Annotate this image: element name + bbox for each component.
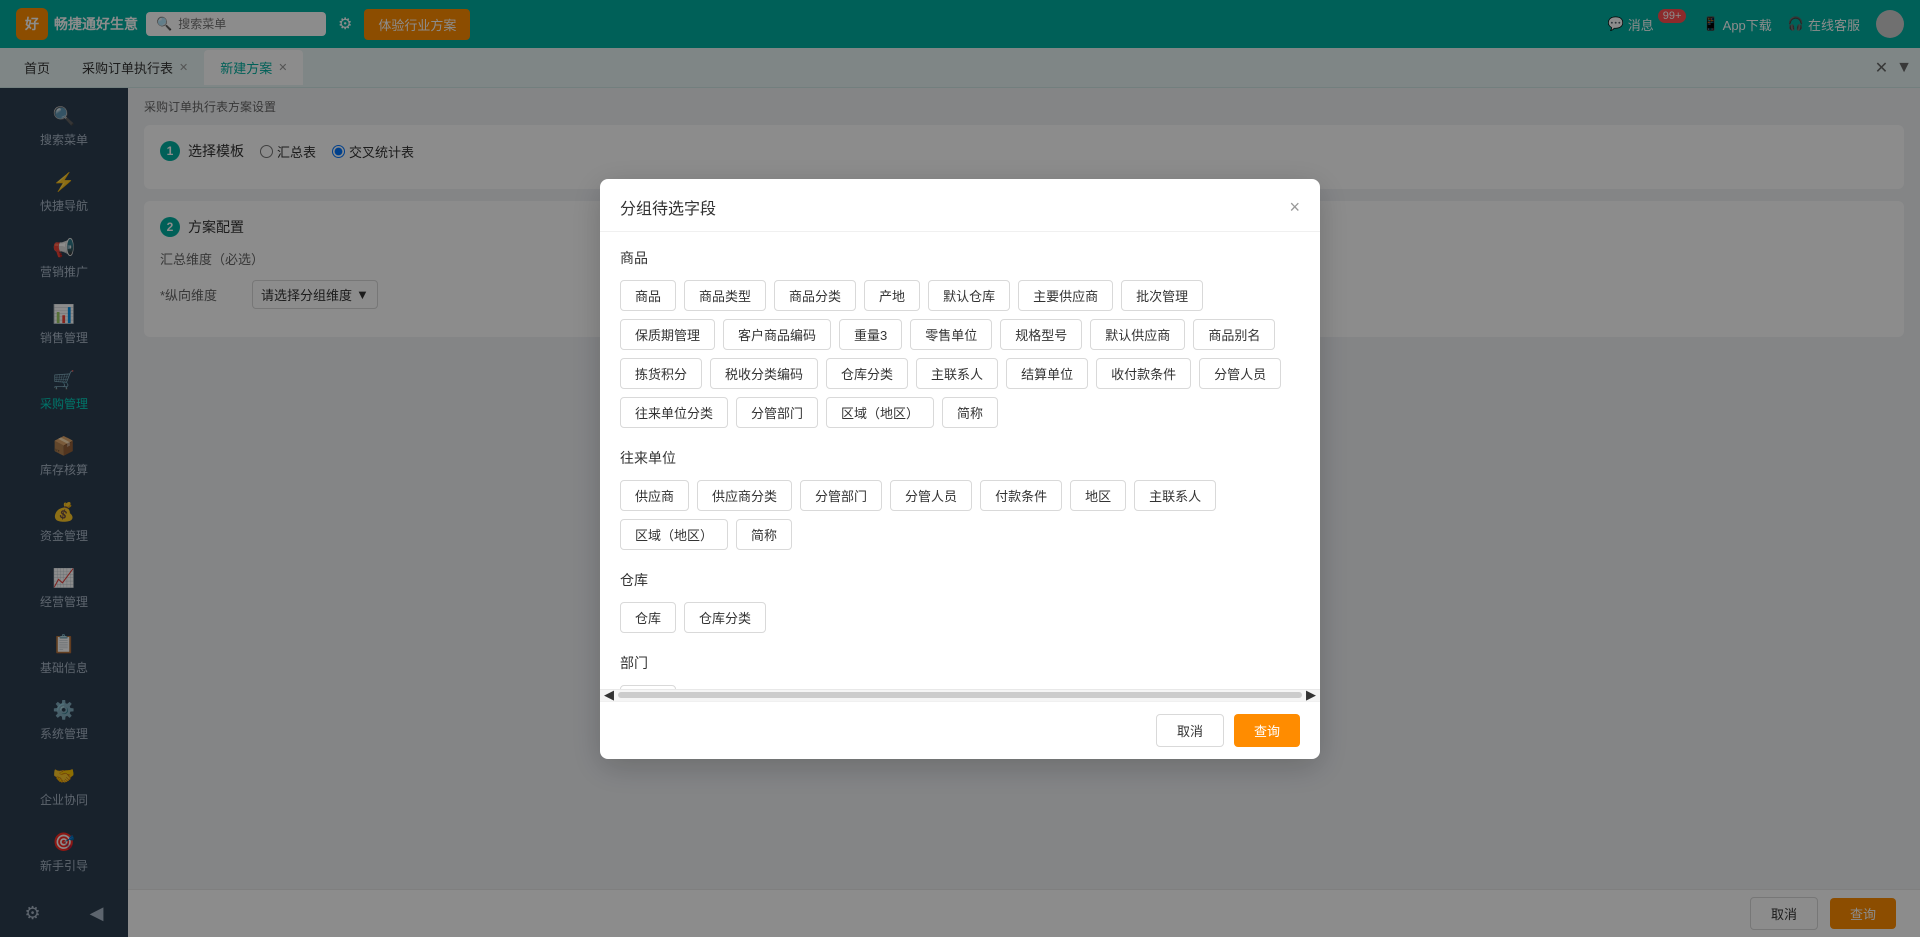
- field-tags: 仓库仓库分类: [620, 602, 1300, 633]
- field-tag[interactable]: 仓库: [620, 602, 676, 633]
- dialog: 分组待选字段 × 商品商品商品类型商品分类产地默认仓库主要供应商批次管理保质期管…: [600, 179, 1320, 759]
- dialog-title: 分组待选字段: [620, 195, 716, 219]
- field-group-商品: 商品商品商品类型商品分类产地默认仓库主要供应商批次管理保质期管理客户商品编码重量…: [620, 248, 1300, 428]
- field-tag[interactable]: 产地: [864, 280, 920, 311]
- field-tag[interactable]: 区域（地区）: [620, 519, 728, 550]
- dialog-body: 商品商品商品类型商品分类产地默认仓库主要供应商批次管理保质期管理客户商品编码重量…: [600, 232, 1320, 689]
- field-tag[interactable]: 主要供应商: [1018, 280, 1113, 311]
- field-tag[interactable]: 分管人员: [1199, 358, 1281, 389]
- overlay: 分组待选字段 × 商品商品商品类型商品分类产地默认仓库主要供应商批次管理保质期管…: [0, 0, 1920, 937]
- field-group-仓库: 仓库仓库仓库分类: [620, 570, 1300, 633]
- field-tag[interactable]: 默认供应商: [1090, 319, 1185, 350]
- dialog-close-btn[interactable]: ×: [1289, 198, 1300, 216]
- field-tag[interactable]: 供应商: [620, 480, 689, 511]
- field-group-title: 仓库: [620, 570, 1300, 590]
- field-tag[interactable]: 结算单位: [1006, 358, 1088, 389]
- dialog-header: 分组待选字段 ×: [600, 179, 1320, 232]
- field-tag[interactable]: 往来单位分类: [620, 397, 728, 428]
- field-tag[interactable]: 区域（地区）: [826, 397, 934, 428]
- field-group-title: 商品: [620, 248, 1300, 268]
- field-tag[interactable]: 简称: [942, 397, 998, 428]
- field-tag[interactable]: 分管部门: [800, 480, 882, 511]
- field-tag[interactable]: 规格型号: [1000, 319, 1082, 350]
- field-group-title: 部门: [620, 653, 1300, 673]
- field-tag[interactable]: 税收分类编码: [710, 358, 818, 389]
- field-tag[interactable]: 简称: [736, 519, 792, 550]
- field-tag[interactable]: 主联系人: [1134, 480, 1216, 511]
- confirm-btn[interactable]: 查询: [1234, 714, 1300, 747]
- field-tag[interactable]: 主联系人: [916, 358, 998, 389]
- field-tag[interactable]: 保质期管理: [620, 319, 715, 350]
- field-tag[interactable]: 商品: [620, 280, 676, 311]
- field-tag[interactable]: 默认仓库: [928, 280, 1010, 311]
- field-group-title: 往来单位: [620, 448, 1300, 468]
- dialog-hscroll[interactable]: ◀ ▶: [600, 689, 1320, 701]
- field-tag[interactable]: 仓库分类: [684, 602, 766, 633]
- field-tag[interactable]: 商品分类: [774, 280, 856, 311]
- hscroll-bar[interactable]: [618, 692, 1302, 698]
- field-tag[interactable]: 商品类型: [684, 280, 766, 311]
- field-tag[interactable]: 供应商分类: [697, 480, 792, 511]
- field-tag[interactable]: 客户商品编码: [723, 319, 831, 350]
- field-group-往来单位: 往来单位供应商供应商分类分管部门分管人员付款条件地区主联系人区域（地区） 简称: [620, 448, 1300, 550]
- field-group-部门: 部门部门: [620, 653, 1300, 689]
- cancel-btn[interactable]: 取消: [1156, 714, 1224, 747]
- field-tag[interactable]: 分管人员: [890, 480, 972, 511]
- field-tag[interactable]: 分管部门: [736, 397, 818, 428]
- field-tags: 供应商供应商分类分管部门分管人员付款条件地区主联系人区域（地区） 简称: [620, 480, 1300, 550]
- field-tag[interactable]: 商品别名: [1193, 319, 1275, 350]
- dialog-footer: 取消 查询: [600, 701, 1320, 759]
- field-tag[interactable]: 收付款条件: [1096, 358, 1191, 389]
- field-tag[interactable]: 零售单位: [910, 319, 992, 350]
- field-tag[interactable]: 批次管理: [1121, 280, 1203, 311]
- field-tag[interactable]: 地区: [1070, 480, 1126, 511]
- field-tag[interactable]: 重量3: [839, 319, 902, 350]
- field-tag[interactable]: 仓库分类: [826, 358, 908, 389]
- field-tag[interactable]: 付款条件: [980, 480, 1062, 511]
- field-tag[interactable]: 拣货积分: [620, 358, 702, 389]
- field-tags: 商品商品类型商品分类产地默认仓库主要供应商批次管理保质期管理客户商品编码重量3 零…: [620, 280, 1300, 428]
